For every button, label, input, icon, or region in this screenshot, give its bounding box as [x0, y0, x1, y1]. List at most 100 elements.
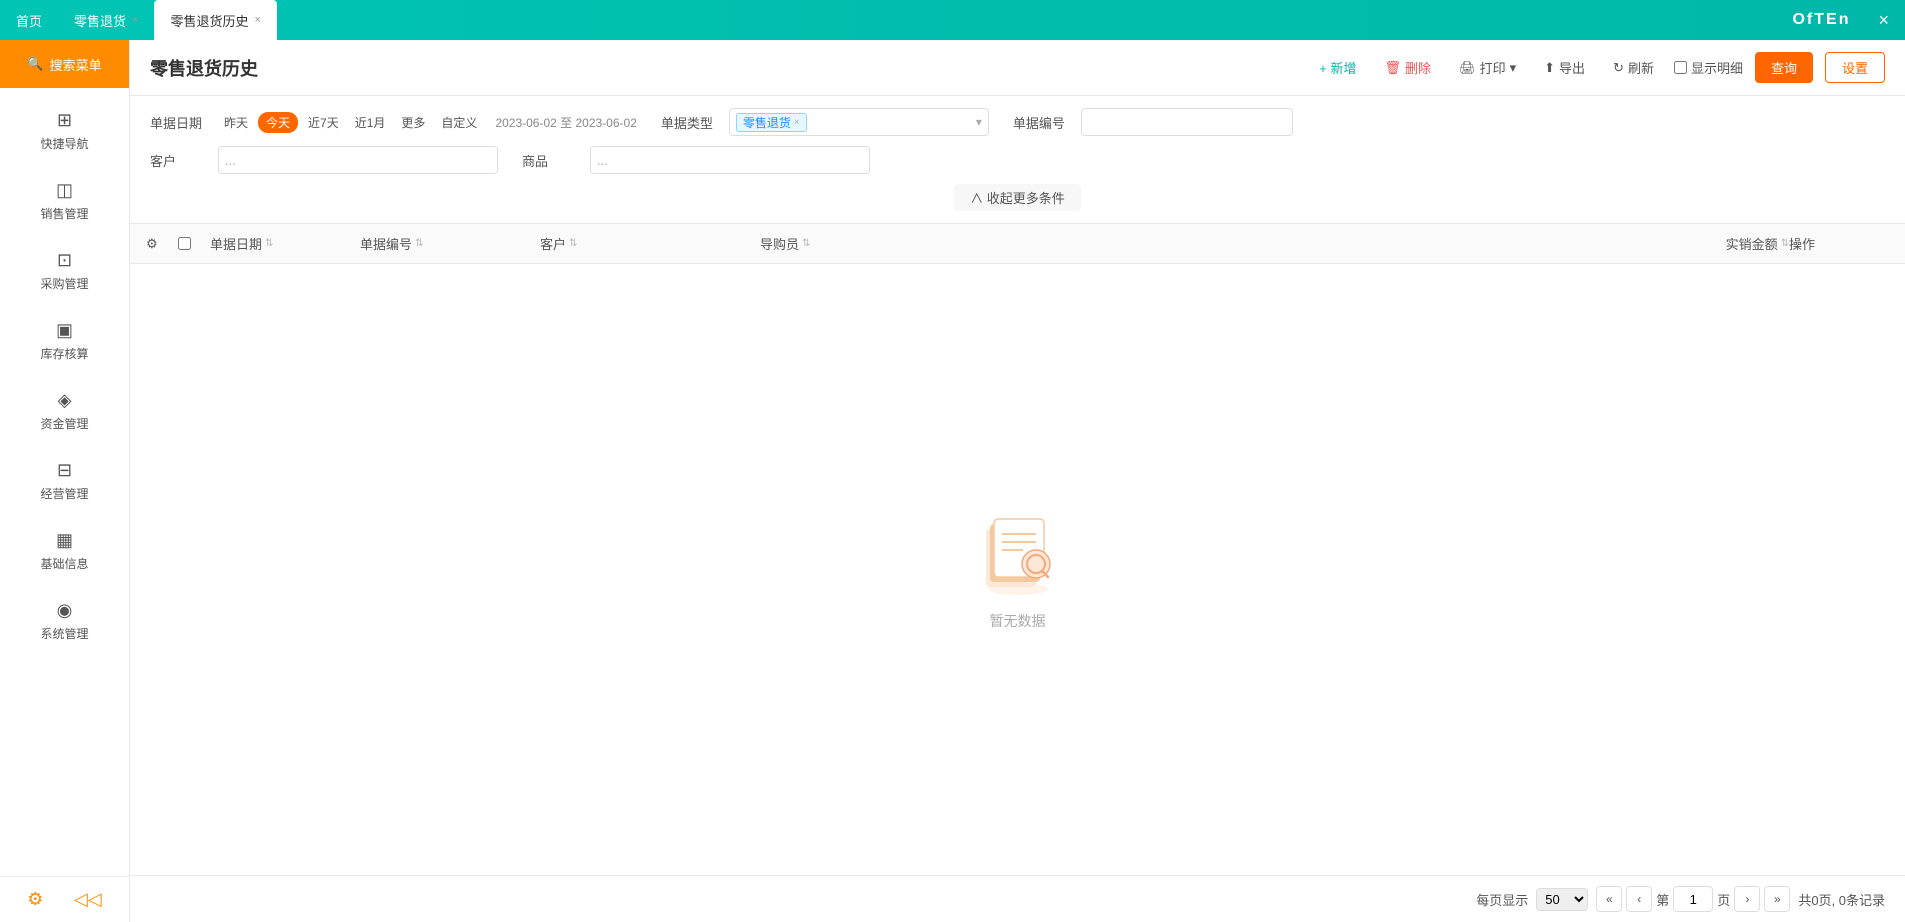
search-menu-label: 搜索菜单 — [50, 55, 102, 74]
sidebar-item-finance[interactable]: ◈ 资金管理 — [8, 378, 121, 444]
per-page-label: 每页显示 — [1476, 890, 1528, 909]
show-detail-label: 显示明细 — [1691, 58, 1743, 77]
empty-state: 暂无数据 — [968, 509, 1068, 631]
goods-placeholder: ... — [597, 153, 608, 168]
finance-icon: ◈ — [58, 390, 72, 411]
tab-bar: 首页 零售退货 × 零售退货历史 × — [0, 0, 1792, 40]
th-guide[interactable]: 导购员 ⇅ — [760, 234, 960, 253]
brand-text: OfTEn — [1792, 11, 1870, 29]
sort-doc-date-icon: ⇅ — [265, 238, 273, 249]
tab-retail-return-history-label: 零售退货历史 — [170, 11, 248, 30]
query-button[interactable]: 查询 — [1755, 52, 1813, 83]
sidebar-item-purchase[interactable]: ⊡ 采购管理 — [8, 238, 121, 304]
purchase-icon: ⊡ — [57, 250, 72, 271]
th-doc-date[interactable]: 单据日期 ⇅ — [210, 234, 360, 253]
refresh-icon: ↻ — [1613, 60, 1624, 76]
doc-type-filter-item: 单据类型 零售退货 × ▾ — [661, 108, 989, 136]
th-doc-number[interactable]: 单据编号 ⇅ — [360, 234, 540, 253]
collapse-label: ∧ 收起更多条件 — [970, 188, 1065, 207]
doc-type-input-wrapper[interactable]: 零售退货 × ▾ — [729, 108, 989, 136]
customer-input-wrapper[interactable]: ... — [218, 146, 498, 174]
page-number-input[interactable] — [1673, 886, 1713, 912]
date-filter-item: 单据日期 昨天 今天 近7天 近1月 更多 自定义 2023-06-02 至 2… — [150, 112, 637, 133]
delete-button[interactable]: 🗑 删除 — [1377, 54, 1440, 81]
per-page-select[interactable]: 50 10 20 100 — [1536, 888, 1588, 911]
close-window-button[interactable]: × — [1878, 10, 1889, 31]
th-amount[interactable]: 实销金额 ⇅ — [1669, 234, 1789, 253]
sidebar-item-finance-label: 资金管理 — [40, 415, 88, 432]
filter-row-1: 单据日期 昨天 今天 近7天 近1月 更多 自定义 2023-06-02 至 2… — [150, 108, 1885, 136]
goods-input-wrapper[interactable]: ... — [590, 146, 870, 174]
sidebar-item-quick-nav[interactable]: ⊞ 快捷导航 — [8, 98, 121, 164]
select-all-checkbox[interactable] — [178, 237, 191, 250]
tab-retail-return[interactable]: 零售退货 × — [58, 0, 154, 40]
sidebar-item-basic-info[interactable]: ▦ 基础信息 — [8, 518, 121, 584]
sidebar-item-inventory-label: 库存核算 — [40, 345, 88, 362]
tab-retail-return-history[interactable]: 零售退货历史 × — [154, 0, 276, 40]
date-shortcut-custom[interactable]: 自定义 — [435, 112, 483, 133]
sidebar-item-operations-label: 经营管理 — [40, 485, 88, 502]
first-page-button[interactable]: « — [1596, 886, 1622, 912]
top-bar: 首页 零售退货 × 零售退货历史 × OfTEn × — [0, 0, 1905, 40]
sort-doc-number-icon: ⇅ — [415, 238, 423, 249]
doc-type-tag-close[interactable]: × — [794, 117, 800, 128]
add-button[interactable]: + 新增 — [1311, 54, 1364, 81]
show-detail-checkbox[interactable]: 显示明细 — [1674, 58, 1743, 77]
show-detail-input[interactable] — [1674, 61, 1687, 74]
customer-placeholder: ... — [225, 153, 236, 168]
system-icon: ◉ — [57, 600, 73, 621]
th-doc-date-label: 单据日期 — [210, 234, 262, 253]
search-menu-button[interactable]: 🔍 搜索菜单 — [0, 40, 129, 88]
inventory-icon: ▣ — [56, 320, 73, 341]
export-button[interactable]: ⬆ 导出 — [1536, 54, 1593, 81]
print-icon: 🖨 — [1459, 60, 1476, 76]
date-shortcut-1month[interactable]: 近1月 — [349, 112, 392, 133]
settings-button[interactable]: 设置 — [1825, 52, 1885, 83]
content-area: 零售退货历史 + 新增 🗑 删除 🖨 打印 ▾ ⬆ 导出 ↻ — [130, 40, 1905, 922]
th-customer[interactable]: 客户 ⇅ — [540, 234, 760, 253]
sidebar-item-system-label: 系统管理 — [40, 625, 88, 642]
last-page-button[interactable]: » — [1764, 886, 1790, 912]
date-shortcut-today[interactable]: 今天 — [258, 112, 298, 133]
sidebar-item-sales[interactable]: ◫ 销售管理 — [8, 168, 121, 234]
page-nav: « ‹ 第 页 › » — [1596, 886, 1790, 912]
sidebar-item-system[interactable]: ◉ 系统管理 — [8, 588, 121, 654]
volume-icon[interactable]: ◁◁ — [74, 889, 102, 910]
table-container: ⚙ 单据日期 ⇅ 单据编号 ⇅ 客户 ⇅ 导购员 — [130, 224, 1905, 875]
date-shortcut-yesterday[interactable]: 昨天 — [218, 112, 254, 133]
doc-number-input[interactable] — [1081, 108, 1293, 136]
collapse-button[interactable]: ∧ 收起更多条件 — [954, 184, 1081, 211]
empty-illustration — [968, 509, 1068, 599]
sidebar-item-operations[interactable]: ⊟ 经营管理 — [8, 448, 121, 514]
operations-icon: ⊟ — [57, 460, 72, 481]
refresh-button[interactable]: ↻ 刷新 — [1605, 54, 1662, 81]
sort-customer-icon: ⇅ — [569, 238, 577, 249]
sidebar-item-inventory[interactable]: ▣ 库存核算 — [8, 308, 121, 374]
date-shortcut-7days[interactable]: 近7天 — [302, 112, 345, 133]
sidebar-item-quick-nav-label: 快捷导航 — [40, 135, 88, 152]
prev-page-button[interactable]: ‹ — [1626, 886, 1652, 912]
goods-filter-label: 商品 — [522, 151, 582, 170]
table-settings-icon[interactable]: ⚙ — [146, 236, 158, 252]
tab-retail-return-close[interactable]: × — [132, 14, 138, 26]
search-icon: 🔍 — [27, 56, 43, 72]
delete-icon: 🗑 — [1385, 60, 1402, 76]
doc-type-tag-value: 零售退货 — [743, 114, 791, 131]
sales-icon: ◫ — [56, 180, 73, 201]
doc-number-filter-item: 单据编号 — [1013, 108, 1293, 136]
settings-bottom-icon[interactable]: ⚙ — [27, 889, 43, 910]
sidebar-item-sales-label: 销售管理 — [40, 205, 88, 222]
th-amount-label: 实销金额 — [1726, 234, 1778, 253]
export-icon: ⬆ — [1544, 60, 1555, 76]
export-label: 导出 — [1559, 58, 1585, 77]
page-prefix: 第 — [1656, 890, 1669, 909]
date-shortcut-more[interactable]: 更多 — [395, 112, 431, 133]
sidebar-items: ⊞ 快捷导航 ◫ 销售管理 ⊡ 采购管理 ▣ 库存核算 ◈ 资金管理 ⊟ 经营管… — [0, 88, 129, 876]
tab-retail-return-history-close[interactable]: × — [254, 14, 260, 26]
tab-home[interactable]: 首页 — [0, 0, 58, 40]
date-range-display: 2023-06-02 至 2023-06-02 — [495, 114, 636, 131]
print-button[interactable]: 🖨 打印 ▾ — [1451, 54, 1524, 81]
th-customer-label: 客户 — [540, 234, 566, 253]
next-page-button[interactable]: › — [1734, 886, 1760, 912]
sidebar-item-purchase-label: 采购管理 — [40, 275, 88, 292]
